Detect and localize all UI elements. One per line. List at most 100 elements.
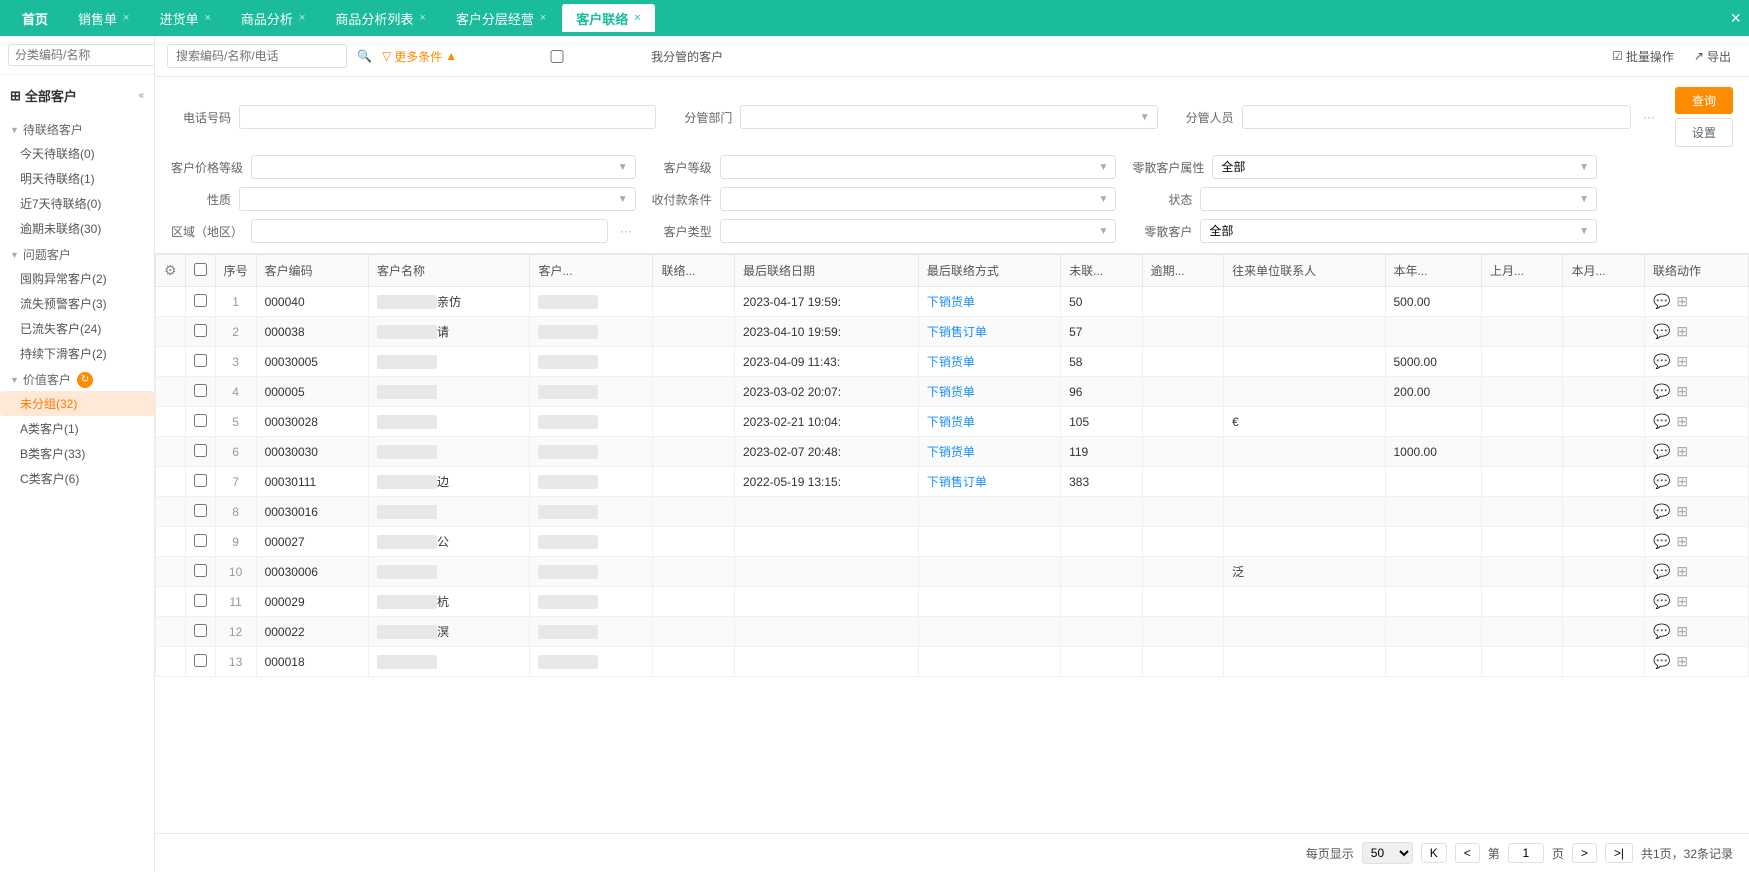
row-check-11[interactable] (194, 624, 207, 637)
row-check-5[interactable] (194, 444, 207, 457)
grid-action-icon-2[interactable]: ⊞ (1676, 353, 1688, 370)
last-method-link-0[interactable]: 下销货单 (927, 295, 975, 309)
value-customers-group[interactable]: ▼ 价值客户 ↻ (0, 366, 154, 391)
settings-icon[interactable]: ⚙ (164, 262, 177, 278)
grid-action-icon-3[interactable]: ⊞ (1676, 383, 1688, 400)
region-dots[interactable]: ··· (616, 224, 636, 238)
row-check-6[interactable] (194, 474, 207, 487)
chat-icon-4[interactable]: 💬 (1653, 413, 1670, 430)
select-all-checkbox[interactable] (194, 263, 207, 276)
grid-action-icon-9[interactable]: ⊞ (1676, 563, 1688, 580)
sidebar-item-tomorrow[interactable]: 明天待联络(1) (0, 166, 154, 191)
chat-icon-10[interactable]: 💬 (1653, 593, 1670, 610)
tab-purchase[interactable]: 进货单 × (145, 4, 224, 32)
export-btn[interactable]: ↗ 导出 (1688, 45, 1737, 68)
refresh-icon[interactable]: ↻ (77, 372, 93, 388)
tab-analysis[interactable]: 商品分析 × (227, 4, 319, 32)
sidebar-search-input[interactable] (8, 44, 155, 66)
last-method-link-2[interactable]: 下销货单 (927, 355, 975, 369)
row-check-3[interactable] (194, 384, 207, 397)
sidebar-item-churned[interactable]: 已流失客户(24) (0, 316, 154, 341)
retail-attr-select[interactable]: 全部 (1212, 155, 1597, 179)
grid-action-icon-6[interactable]: ⊞ (1676, 473, 1688, 490)
pending-contact-group[interactable]: ▼ 待联络客户 (0, 116, 154, 141)
grid-action-icon-4[interactable]: ⊞ (1676, 413, 1688, 430)
sidebar-item-overdue[interactable]: 逾期未联络(30) (0, 216, 154, 241)
chat-icon-3[interactable]: 💬 (1653, 383, 1670, 400)
tab-home[interactable]: 首页 (8, 4, 62, 32)
last-method-link-1[interactable]: 下销售订单 (927, 325, 987, 339)
grid-action-icon-0[interactable]: ⊞ (1676, 293, 1688, 310)
close-analysis-tab[interactable]: × (299, 12, 305, 24)
tab-customer-segment[interactable]: 客户分层经营 × (442, 4, 560, 32)
chat-icon-0[interactable]: 💬 (1653, 293, 1670, 310)
last-method-link-4[interactable]: 下销货单 (927, 415, 975, 429)
tab-customer-contact[interactable]: 客户联络 × (562, 4, 654, 32)
grid-action-icon-5[interactable]: ⊞ (1676, 443, 1688, 460)
last-method-link-6[interactable]: 下销售订单 (927, 475, 987, 489)
chat-icon-6[interactable]: 💬 (1653, 473, 1670, 490)
close-analysis-list-tab[interactable]: × (419, 12, 425, 24)
tab-analysis-list[interactable]: 商品分析列表 × (321, 4, 439, 32)
chat-icon-1[interactable]: 💬 (1653, 323, 1670, 340)
row-check-10[interactable] (194, 594, 207, 607)
sidebar-item-a-class[interactable]: A类客户(1) (0, 416, 154, 441)
query-button[interactable]: 查询 (1675, 87, 1733, 114)
last-method-link-3[interactable]: 下销货单 (927, 385, 975, 399)
grid-action-icon-1[interactable]: ⊞ (1676, 323, 1688, 340)
row-check-7[interactable] (194, 504, 207, 517)
search-filter-icon[interactable]: 🔍 (357, 49, 372, 63)
chat-icon-2[interactable]: 💬 (1653, 353, 1670, 370)
retail-customer-select[interactable]: 全部 (1200, 219, 1597, 243)
reset-button[interactable]: 设置 (1675, 118, 1733, 147)
grid-action-icon-12[interactable]: ⊞ (1676, 653, 1688, 670)
last-method-link-5[interactable]: 下销货单 (927, 445, 975, 459)
row-check-1[interactable] (194, 324, 207, 337)
grid-action-icon-11[interactable]: ⊞ (1676, 623, 1688, 640)
chat-icon-5[interactable]: 💬 (1653, 443, 1670, 460)
all-customers-title[interactable]: ⊞ 全部客户 « (0, 81, 154, 110)
last-page-btn[interactable]: >| (1605, 843, 1633, 863)
customer-level-select[interactable] (720, 155, 1117, 179)
close-segment-tab[interactable]: × (540, 12, 546, 24)
page-input[interactable] (1508, 843, 1544, 863)
page-size-select[interactable]: 50 100 (1362, 842, 1413, 864)
sidebar-item-today[interactable]: 今天待联络(0) (0, 141, 154, 166)
close-contact-tab[interactable]: × (634, 12, 640, 24)
first-page-btn[interactable]: K (1421, 843, 1447, 863)
sidebar-item-b-class[interactable]: B类客户(33) (0, 441, 154, 466)
chat-icon-11[interactable]: 💬 (1653, 623, 1670, 640)
grid-action-icon-7[interactable]: ⊞ (1676, 503, 1688, 520)
manager-input[interactable] (1242, 105, 1631, 129)
tab-sales[interactable]: 销售单 × (64, 4, 143, 32)
sidebar-item-c-class[interactable]: C类客户(6) (0, 466, 154, 491)
sidebar-item-7days[interactable]: 近7天待联络(0) (0, 191, 154, 216)
close-sales-tab[interactable]: × (123, 12, 129, 24)
grid-action-icon-10[interactable]: ⊞ (1676, 593, 1688, 610)
phone-input[interactable] (239, 105, 656, 129)
problem-customers-group[interactable]: ▼ 问题客户 (0, 241, 154, 266)
row-check-4[interactable] (194, 414, 207, 427)
row-check-0[interactable] (194, 294, 207, 307)
sidebar-item-abnormal[interactable]: 囤购异常客户(2) (0, 266, 154, 291)
customer-type-select[interactable] (720, 219, 1117, 243)
chat-icon-12[interactable]: 💬 (1653, 653, 1670, 670)
sidebar-item-churn-warning[interactable]: 流失预警客户(3) (0, 291, 154, 316)
prev-page-btn[interactable]: < (1455, 843, 1480, 863)
close-window-button[interactable]: × (1730, 8, 1741, 29)
status-select[interactable] (1200, 187, 1597, 211)
my-customers-checkbox[interactable]: 我分管的客户 (467, 48, 723, 65)
row-check-8[interactable] (194, 534, 207, 547)
chat-icon-9[interactable]: 💬 (1653, 563, 1670, 580)
next-page-btn[interactable]: > (1572, 843, 1597, 863)
sidebar-item-declining[interactable]: 持续下滑客户(2) (0, 341, 154, 366)
more-conditions-btn[interactable]: ▽ 更多条件 ▲ (382, 48, 457, 65)
price-level-select[interactable] (251, 155, 636, 179)
payment-select[interactable] (720, 187, 1117, 211)
search-input[interactable] (167, 44, 347, 68)
dept-select[interactable] (740, 105, 1157, 129)
row-check-2[interactable] (194, 354, 207, 367)
row-check-9[interactable] (194, 564, 207, 577)
chat-icon-8[interactable]: 💬 (1653, 533, 1670, 550)
close-purchase-tab[interactable]: × (204, 12, 210, 24)
